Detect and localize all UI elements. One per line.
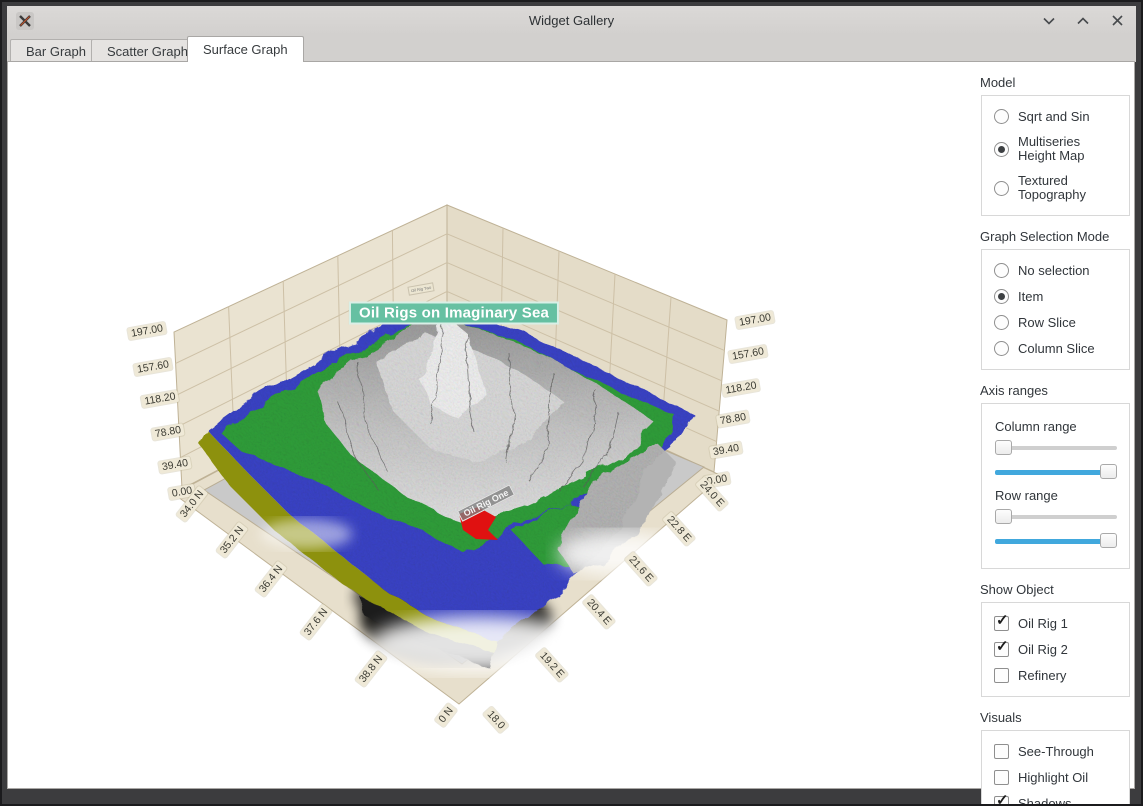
checkbox-refinery[interactable]: Refinery (994, 668, 1118, 683)
tab-surface-graph[interactable]: Surface Graph (187, 36, 304, 62)
slider-handle[interactable] (1100, 464, 1117, 479)
selection-mode-group: No selection Item Row Slice Column Slice (981, 249, 1130, 370)
axis-ranges-group: Column range Row range (981, 403, 1130, 569)
checkbox-highlight-oil[interactable]: Highlight Oil (994, 770, 1118, 785)
chart-title: Oil Rigs on Imaginary Sea (349, 302, 559, 325)
column-range-min-slider[interactable] (995, 440, 1117, 455)
radio-icon[interactable] (994, 142, 1009, 157)
model-group: Sqrt and Sin Multiseries Height Map Text… (981, 95, 1130, 216)
model-group-label: Model (980, 75, 1142, 90)
radio-icon[interactable] (994, 109, 1009, 124)
radio-row-slice[interactable]: Row Slice (994, 315, 1118, 330)
titlebar: Widget Gallery (7, 6, 1136, 35)
checkbox-icon[interactable] (994, 642, 1009, 657)
minimize-button[interactable] (1042, 14, 1056, 28)
radio-sqrt-and-sin[interactable]: Sqrt and Sin (994, 109, 1118, 124)
column-range-label: Column range (995, 419, 1118, 434)
row-range-label: Row range (995, 488, 1118, 503)
checkbox-oil-rig-1[interactable]: Oil Rig 1 (994, 616, 1118, 631)
radio-icon[interactable] (994, 315, 1009, 330)
surface-graph-canvas[interactable]: Oil Rig Two Oil Rigs on Imaginary Sea Oi… (8, 62, 966, 791)
radio-textured-topography[interactable]: Textured Topography (994, 174, 1118, 202)
radio-icon[interactable] (994, 341, 1009, 356)
checkbox-see-through[interactable]: See-Through (994, 744, 1118, 759)
radio-icon[interactable] (994, 263, 1009, 278)
radio-item[interactable]: Item (994, 289, 1118, 304)
show-object-group: Oil Rig 1 Oil Rig 2 Refinery (981, 602, 1130, 697)
tab-content: Oil Rig Two Oil Rigs on Imaginary Sea Oi… (7, 61, 1135, 789)
row-range-min-slider[interactable] (995, 509, 1117, 524)
tab-bar-graph[interactable]: Bar Graph (10, 39, 102, 62)
slider-handle[interactable] (1100, 533, 1117, 548)
radio-icon[interactable] (994, 181, 1009, 196)
checkbox-icon[interactable] (994, 744, 1009, 759)
slider-handle[interactable] (995, 509, 1012, 524)
slider-handle[interactable] (995, 440, 1012, 455)
close-button[interactable] (1110, 14, 1124, 28)
checkbox-icon[interactable] (994, 668, 1009, 683)
row-range-max-slider[interactable] (995, 533, 1117, 548)
radio-no-selection[interactable]: No selection (994, 263, 1118, 278)
checkbox-oil-rig-2[interactable]: Oil Rig 2 (994, 642, 1118, 657)
checkbox-icon[interactable] (994, 616, 1009, 631)
axis-ranges-group-label: Axis ranges (980, 383, 1142, 398)
visuals-group-label: Visuals (980, 710, 1142, 725)
radio-multiseries-height-map[interactable]: Multiseries Height Map (994, 135, 1118, 163)
checkbox-shadows[interactable]: Shadows (994, 796, 1118, 806)
tab-bar: Bar Graph Scatter Graph Surface Graph (7, 35, 1136, 62)
window: Widget Gallery Bar Graph Scatter Graph S… (0, 0, 1143, 806)
column-range-max-slider[interactable] (995, 464, 1117, 479)
radio-column-slice[interactable]: Column Slice (994, 341, 1118, 356)
selection-mode-group-label: Graph Selection Mode (980, 229, 1142, 244)
radio-icon[interactable] (994, 289, 1009, 304)
surface-graph-render (8, 62, 966, 791)
maximize-button[interactable] (1076, 14, 1090, 28)
window-title: Widget Gallery (7, 13, 1136, 28)
show-object-group-label: Show Object (980, 582, 1142, 597)
checkbox-icon[interactable] (994, 770, 1009, 785)
checkbox-icon[interactable] (994, 796, 1009, 806)
control-panel: Model Sqrt and Sin Multiseries Height Ma… (970, 62, 1142, 806)
visuals-group: See-Through Highlight Oil Shadows (981, 730, 1130, 806)
